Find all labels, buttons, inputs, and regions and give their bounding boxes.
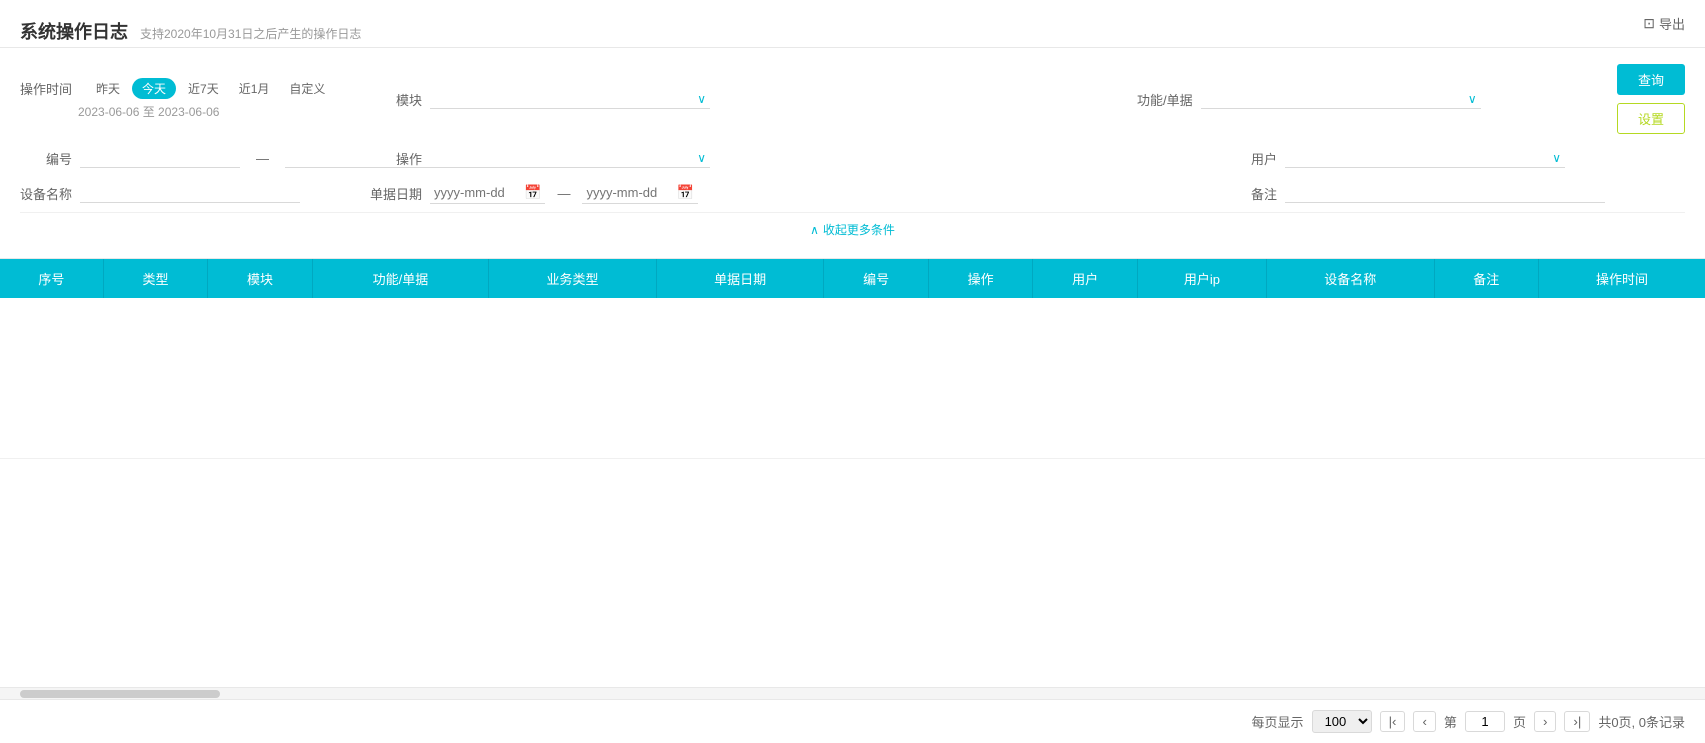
scroll-bar[interactable] — [20, 690, 220, 698]
time-range-text: 2023-06-06 至 2023-06-06 — [78, 105, 219, 119]
page-number-input[interactable] — [1465, 711, 1505, 732]
user-label: 用户 — [1225, 149, 1277, 168]
next-page-button[interactable]: › — [1534, 711, 1556, 732]
col-op-time: 操作时间 — [1539, 259, 1705, 298]
filter-row-1: 操作时间 昨天 今天 近7天 近1月 自定义 2023-06-06 至 2023… — [20, 64, 1685, 134]
time-range-display: 2023-06-06 至 2023-06-06 — [78, 103, 350, 120]
date-dash: — — [557, 186, 570, 201]
data-table: 序号 类型 模块 功能/单据 业务类型 单据日期 编号 操作 用户 用户ip 设… — [0, 259, 1705, 459]
setting-button[interactable]: 设置 — [1617, 103, 1685, 134]
operation-select[interactable]: ∨ — [430, 149, 710, 168]
user-filter: 用户 ∨ — [1205, 149, 1685, 168]
last-page-button[interactable]: ›| — [1564, 711, 1590, 732]
col-doc-date: 单据日期 — [656, 259, 824, 298]
pagination: 每页显示 100 50 20 10 |‹ ‹ 第 页 › ›| 共0页, 0条记… — [0, 699, 1705, 743]
col-func: 功能/单据 — [312, 259, 488, 298]
page-subtitle: 支持2020年10月31日之后产生的操作日志 — [140, 25, 361, 42]
table-section: 序号 类型 模块 功能/单据 业务类型 单据日期 编号 操作 用户 用户ip 设… — [0, 259, 1705, 687]
device-input[interactable] — [80, 183, 300, 203]
module-select[interactable]: ∨ — [430, 90, 710, 109]
action-buttons: 查询 设置 — [1617, 64, 1685, 134]
device-label: 设备名称 — [20, 184, 72, 203]
number-filter: 编号 — — [20, 148, 350, 168]
table-header-row: 序号 类型 模块 功能/单据 业务类型 单据日期 编号 操作 用户 用户ip 设… — [0, 259, 1705, 298]
filter-row-3: 设备名称 单据日期 📅 — 📅 备注 — [20, 182, 1685, 204]
prev-page-button[interactable]: ‹ — [1413, 711, 1435, 732]
page-header: 系统操作日志 支持2020年10月31日之后产生的操作日志 ⊡ 导出 — [0, 0, 1705, 48]
page-label: 第 — [1444, 712, 1457, 731]
module-label: 模块 — [370, 90, 422, 109]
operation-label: 操作 — [370, 149, 422, 168]
number-dash: — — [256, 151, 269, 166]
header-left: 系统操作日志 支持2020年10月31日之后产生的操作日志 — [20, 18, 361, 44]
time-buttons: 昨天 今天 近7天 近1月 自定义 — [88, 78, 333, 99]
date-filter: 单据日期 📅 — 📅 — [350, 182, 1205, 204]
func-select[interactable]: ∨ — [1201, 90, 1481, 109]
module-chevron-icon: ∨ — [697, 92, 706, 106]
col-user: 用户 — [1033, 259, 1137, 298]
user-chevron-icon: ∨ — [1552, 151, 1561, 165]
remark-filter: 备注 — [1205, 183, 1685, 203]
col-remark: 备注 — [1434, 259, 1538, 298]
col-type: 类型 — [103, 259, 207, 298]
device-filter: 设备名称 — [20, 183, 350, 203]
time-label: 操作时间 — [20, 79, 72, 98]
table-body — [0, 298, 1705, 459]
export-label: 导出 — [1659, 14, 1685, 33]
func-label: 功能/单据 — [1137, 90, 1193, 109]
page-title: 系统操作日志 — [20, 18, 128, 44]
col-user-ip: 用户ip — [1137, 259, 1266, 298]
date-start-wrapper: 📅 — [430, 182, 545, 204]
time-btn-yesterday[interactable]: 昨天 — [88, 78, 128, 99]
remark-label: 备注 — [1225, 184, 1277, 203]
export-icon: ⊡ — [1643, 15, 1655, 32]
func-filter: 功能/单据 ∨ — [1117, 90, 1597, 109]
module-filter: 模块 ∨ — [350, 90, 1117, 109]
date-end-wrapper: 📅 — [582, 182, 697, 204]
time-filter-inner: 操作时间 昨天 今天 近7天 近1月 自定义 — [20, 78, 350, 99]
number-label: 编号 — [20, 149, 72, 168]
operation-filter: 操作 ∨ — [350, 149, 1205, 168]
date-end-input[interactable] — [586, 185, 676, 200]
per-page-select[interactable]: 100 50 20 10 — [1312, 710, 1372, 733]
time-btn-today[interactable]: 今天 — [132, 78, 176, 99]
col-number: 编号 — [824, 259, 928, 298]
time-btn-7days[interactable]: 近7天 — [180, 78, 227, 99]
table-empty-row — [0, 298, 1705, 459]
query-button[interactable]: 查询 — [1617, 64, 1685, 95]
calendar-start-icon[interactable]: 📅 — [524, 184, 541, 201]
collapse-button[interactable]: ∧ 收起更多条件 — [20, 212, 1685, 242]
col-module: 模块 — [208, 259, 312, 298]
date-label: 单据日期 — [370, 184, 422, 203]
per-page-label: 每页显示 — [1252, 712, 1304, 731]
col-operation: 操作 — [928, 259, 1032, 298]
time-filter: 操作时间 昨天 今天 近7天 近1月 自定义 2023-06-06 至 2023… — [20, 78, 350, 120]
page-wrapper: 系统操作日志 支持2020年10月31日之后产生的操作日志 ⊡ 导出 操作时间 … — [0, 0, 1705, 743]
time-btn-custom[interactable]: 自定义 — [281, 78, 333, 99]
first-page-button[interactable]: |‹ — [1380, 711, 1406, 732]
table-header: 序号 类型 模块 功能/单据 业务类型 单据日期 编号 操作 用户 用户ip 设… — [0, 259, 1705, 298]
collapse-arrow-icon: ∧ — [810, 223, 819, 237]
collapse-label: 收起更多条件 — [823, 221, 895, 238]
time-btn-1month[interactable]: 近1月 — [231, 78, 278, 99]
operation-chevron-icon: ∨ — [697, 151, 706, 165]
user-select[interactable]: ∨ — [1285, 149, 1565, 168]
page-suffix: 页 — [1513, 712, 1526, 731]
scroll-area[interactable] — [0, 687, 1705, 699]
total-label: 共0页, 0条记录 — [1598, 712, 1685, 731]
number-input-start[interactable] — [80, 148, 240, 168]
calendar-end-icon[interactable]: 📅 — [676, 184, 693, 201]
filter-area: 操作时间 昨天 今天 近7天 近1月 自定义 2023-06-06 至 2023… — [0, 48, 1705, 259]
col-biz-type: 业务类型 — [489, 259, 657, 298]
date-start-input[interactable] — [434, 185, 524, 200]
filter-row-2: 编号 — 操作 ∨ 用户 ∨ — [20, 148, 1685, 168]
remark-input[interactable] — [1285, 183, 1605, 203]
col-device: 设备名称 — [1266, 259, 1434, 298]
empty-message — [0, 298, 1705, 459]
col-seq: 序号 — [0, 259, 103, 298]
export-button[interactable]: ⊡ 导出 — [1643, 14, 1685, 47]
func-chevron-icon: ∨ — [1468, 92, 1477, 106]
